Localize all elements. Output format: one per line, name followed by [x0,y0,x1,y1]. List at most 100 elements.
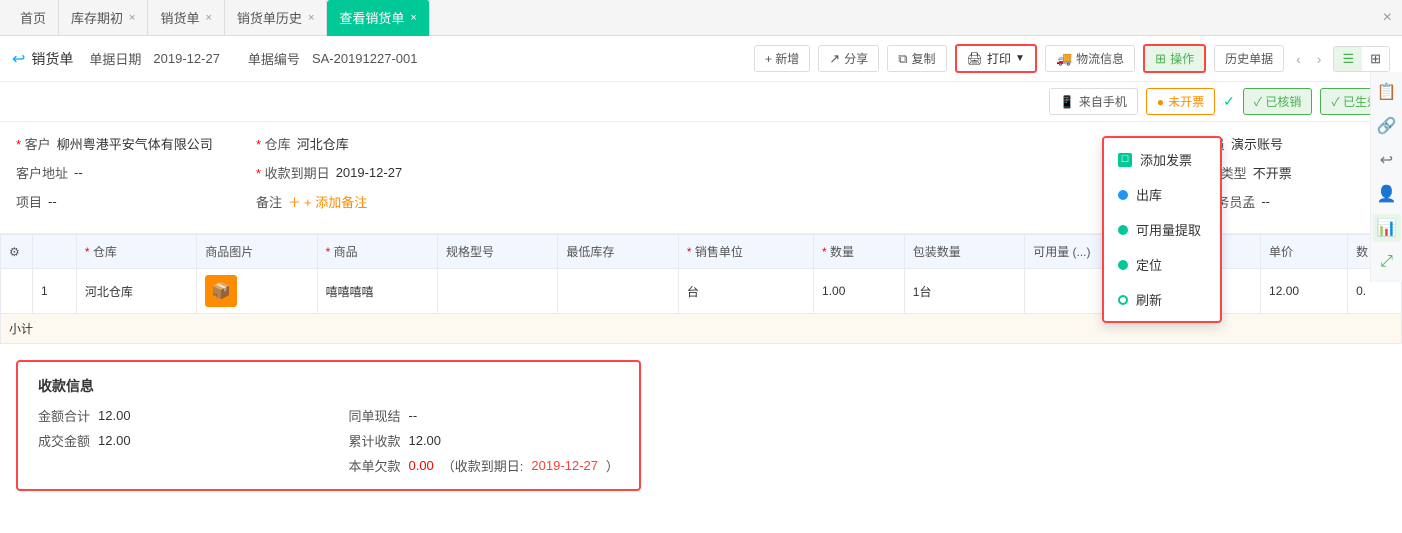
col-pack-qty: 包装数量 [904,235,1024,269]
close-sales-history-tab[interactable]: × [308,12,314,24]
tab-home[interactable]: 首页 [8,0,59,36]
product-image: 📦 [205,275,237,307]
owed-value: 0.00 [408,458,433,473]
print-dropdown-arrow[interactable]: ▼ [1015,53,1025,64]
cumulative-row: 累计收款 12.00 [348,431,618,450]
cell-product: 嘻嘻嘻嘻 [317,269,437,314]
ops-add-invoice[interactable]: ☐ 添加发票 [1104,142,1220,177]
tab-sales-order[interactable]: 销货单 × [148,0,224,36]
share-button[interactable]: ↗ 分享 [818,45,879,72]
cell-min-stock [558,269,678,314]
date-label: 单据日期 [89,49,141,68]
sold-button[interactable]: ✓ 已核销 [1243,88,1313,115]
available-qty-label: 可用量提取 [1136,220,1201,239]
col-unit-price: 单价 [1261,235,1348,269]
ops-available-qty[interactable]: 可用量提取 [1104,212,1220,247]
payment-grid: 金额合计 12.00 同单现结 -- 成交金额 12.00 累计收款 12.00… [38,406,619,475]
cell-rownum: 1 [33,269,77,314]
window-close-button[interactable]: × [1383,9,1392,27]
check-icon: ✓ [1223,93,1235,110]
transaction-value: 12.00 [98,433,131,448]
cumulative-label: 累计收款 [348,431,400,450]
expand-icon[interactable]: ⤢ [1373,248,1401,276]
warehouse-label: 仓库 [256,134,291,153]
payment-date-field: 收款到期日 2019-12-27 [256,163,456,182]
payment-section: 收款信息 金额合计 12.00 同单现结 -- 成交金额 12.00 累计收款 … [0,344,1402,507]
project-label: 项目 [16,192,42,211]
add-invoice-icon: ☐ [1118,153,1132,167]
same-order-label: 同单现结 [348,406,400,425]
doc-title: ↩ 销货单 [12,49,73,69]
tab-inventory-init[interactable]: 库存期初 × [59,0,148,36]
number-value: SA-20191227-001 [312,51,418,66]
project-value: -- [48,194,57,209]
address-field: 客户地址 -- [16,163,216,182]
doc-actions: + 新增 ↗ 分享 ⧉ 复制 🖨 打印 ▼ 🚚 物流信息 ⊞ 操作 [754,44,1390,73]
prev-arrow[interactable]: ‹ [1292,49,1305,69]
salesperson-value: -- [1261,194,1270,209]
operations-button[interactable]: ⊞ 操作 [1143,44,1206,73]
close-inventory-init-tab[interactable]: × [129,12,135,24]
secondary-bar: 📱 来自手机 ● 未开票 ✓ ✓ 已核销 ✓ 已生效 [0,82,1402,122]
copy-button[interactable]: ⧉ 复制 [887,45,946,72]
cell-unit-price: 12.00 [1261,269,1348,314]
remark-field: 备注 ＋ + 添加备注 [256,192,456,211]
sidebar-icon-2[interactable]: 🔗 [1373,112,1401,140]
address-value: -- [74,165,83,180]
list-view-button[interactable]: ☰ [1334,47,1362,71]
copy-icon: ⧉ [898,51,907,67]
close-sales-order-tab[interactable]: × [205,12,211,24]
customer-label: 客户 [16,134,51,153]
close-view-sales-tab[interactable]: × [410,12,416,24]
doc-type-icon: ↩ [12,49,25,69]
add-remark-icon: ＋ [288,192,301,211]
sidebar-icon-1[interactable]: 📋 [1373,78,1401,106]
col-product: * 商品 [317,235,437,269]
cell-settings [1,269,33,314]
remark-label: 备注 [256,192,282,211]
date-value: 2019-12-27 [153,51,220,66]
sidebar-icon-3[interactable]: ↩ [1373,146,1401,174]
address-label: 客户地址 [16,163,68,182]
warehouse-field: 仓库 河北仓库 [256,134,456,153]
col-min-stock: 最低库存 [558,235,678,269]
sidebar-icon-5[interactable]: 📊 [1373,214,1401,242]
col-sales-unit: * 销售单位 [678,235,813,269]
payment-date-label: 收款到期日 [256,163,330,182]
payment-date-value: 2019-12-27 [336,165,403,180]
transaction-label: 成交金额 [38,431,90,450]
tab-view-sales[interactable]: 查看销货单 × [327,0,429,36]
cell-spec [438,269,558,314]
col-product-img: 商品图片 [197,235,317,269]
refresh-icon [1118,295,1128,305]
logistics-button[interactable]: 🚚 物流信息 [1045,45,1135,72]
same-order-value: -- [408,408,417,423]
grid-view-button[interactable]: ⊞ [1362,47,1389,71]
next-arrow[interactable]: › [1313,49,1326,69]
ops-refresh[interactable]: 刷新 [1104,282,1220,317]
cell-quantity: 1.00 [814,269,905,314]
cumulative-value: 12.00 [408,433,441,448]
owed-date: 2019-12-27 [531,458,598,473]
cell-sales-unit: 台 [678,269,813,314]
col-spec: 规格型号 [438,235,558,269]
total-value: 12.00 [98,408,131,423]
transaction-row: 成交金额 12.00 [38,431,308,450]
sidebar-icon-4[interactable]: 👤 [1373,180,1401,208]
add-invoice-label: 添加发票 [1140,150,1192,169]
add-remark-button[interactable]: ＋ + 添加备注 [288,192,367,211]
employee-value: 演示账号 [1231,134,1283,153]
ops-outbound[interactable]: 出库 [1104,177,1220,212]
new-button[interactable]: + 新增 [754,45,810,72]
owed-note: （收款到期日: [442,456,524,475]
ops-locate[interactable]: 定位 [1104,247,1220,282]
available-qty-icon [1118,225,1128,235]
mobile-button[interactable]: 📱 来自手机 [1049,88,1138,115]
tab-sales-history[interactable]: 销货单历史 × [225,0,327,36]
owed-label: 本单欠款 [348,456,400,475]
history-button[interactable]: 历史单据 [1214,45,1284,72]
owed-row: 本单欠款 0.00 （收款到期日: 2019-12-27 ） [348,456,618,475]
print-button[interactable]: 🖨 打印 ▼ [955,44,1037,73]
cell-product-img: 📦 [197,269,317,314]
not-opened-button[interactable]: ● 未开票 [1146,88,1215,115]
